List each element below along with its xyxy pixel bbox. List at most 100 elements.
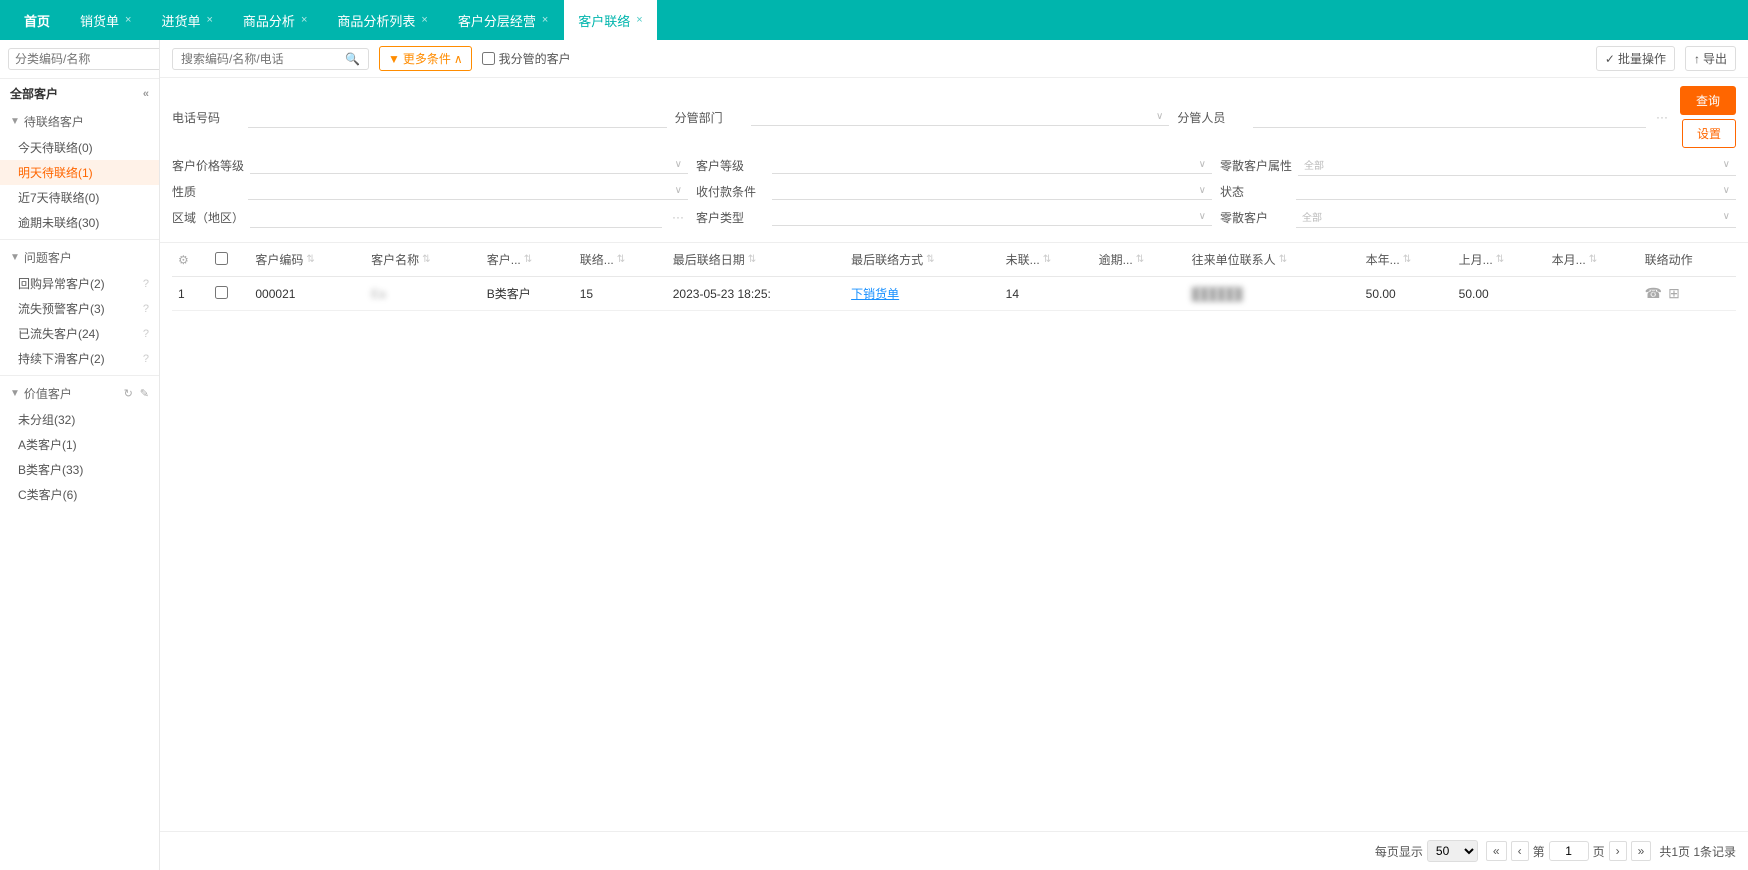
table-settings-icon[interactable]: ⚙ <box>178 253 189 267</box>
value-group-edit-icon[interactable]: ✎ <box>140 387 149 400</box>
nav-analysis[interactable]: 商品分析 × <box>229 0 321 40</box>
select-retail-attr[interactable]: 全部∨ <box>1298 154 1736 176</box>
sidebar-item-class-b[interactable]: B类客户(33) <box>0 457 159 482</box>
col-action: 联络动作 <box>1639 243 1736 277</box>
select-dept[interactable]: ∨ <box>751 108 1170 126</box>
sort-last-method[interactable]: ⇅ <box>926 254 934 265</box>
sort-contact-count[interactable]: ⇅ <box>617 254 625 265</box>
region-dots[interactable]: ··· <box>668 210 688 224</box>
filter-my-customers[interactable]: 我分管的客户 <box>482 50 571 67</box>
nav-analysis-list[interactable]: 商品分析列表 × <box>323 0 441 40</box>
sidebar-item-ungrouped[interactable]: 未分组(32) <box>0 407 159 432</box>
sort-this-year[interactable]: ⇅ <box>1403 254 1411 265</box>
sidebar-item-class-c[interactable]: C类客户(6) <box>0 482 159 507</box>
sort-unlinked[interactable]: ⇅ <box>1043 254 1051 265</box>
help-icon-1[interactable]: ? <box>143 278 149 290</box>
select-retail-customer[interactable]: 全部∨ <box>1296 206 1736 228</box>
nav-customer-segment-close[interactable]: × <box>542 14 548 26</box>
select-status[interactable]: ∨ <box>1296 182 1736 200</box>
page-size-select[interactable]: 10 20 50 100 <box>1427 840 1478 862</box>
help-icon-3[interactable]: ? <box>143 328 149 340</box>
select-price-level[interactable]: ∨ <box>250 156 688 174</box>
sidebar-item-repurchase-abnormal[interactable]: 回购异常客户(2) ? <box>0 271 159 296</box>
select-payment[interactable]: ∨ <box>772 182 1212 200</box>
nav-analysis-close[interactable]: × <box>301 14 307 26</box>
help-icon-2[interactable]: ? <box>143 303 149 315</box>
field-region: 区域（地区） ··· <box>172 207 688 228</box>
field-payment: 收付款条件 ∨ <box>696 182 1212 200</box>
nav-sales-close[interactable]: × <box>125 14 131 26</box>
cell-last-date: 2023-05-23 18:25: <box>667 277 845 311</box>
value-group-refresh-icon[interactable]: ↻ <box>124 387 133 400</box>
sidebar-item-tomorrow[interactable]: 明天待联络(1) <box>0 160 159 185</box>
col-this-year: 本年... ⇅ <box>1360 243 1453 277</box>
cell-action: ☎ ⊞ <box>1639 277 1736 311</box>
sidebar-item-today[interactable]: 今天待联络(0) <box>0 135 159 160</box>
batch-check-icon: ✓ <box>1605 52 1615 66</box>
sort-type[interactable]: ⇅ <box>524 254 532 265</box>
sort-overdue[interactable]: ⇅ <box>1136 254 1144 265</box>
sidebar: 🔍 全部客户 « ▼ 待联络客户 今天待联络(0) 明天待联络(1) 近7天待联… <box>0 40 160 870</box>
sidebar-group-problem[interactable]: ▼ 问题客户 <box>0 244 159 271</box>
filter-search-input[interactable] <box>181 52 341 66</box>
action-grid-icon[interactable]: ⊞ <box>1668 285 1680 302</box>
nav-purchase[interactable]: 进货单 × <box>147 0 226 40</box>
my-customers-checkbox[interactable] <box>482 52 495 65</box>
sidebar-item-churn-warning[interactable]: 流失预警客户(3) ? <box>0 296 159 321</box>
select-customer-type[interactable]: ∨ <box>772 208 1212 226</box>
query-btn[interactable]: 查询 <box>1680 86 1736 115</box>
nav-customer-segment[interactable]: 客户分层经营 × <box>444 0 562 40</box>
filter-search-box: 🔍 <box>172 48 369 70</box>
sidebar-collapse-icon[interactable]: « <box>143 88 149 100</box>
field-manager: 分管人员 ··· <box>1177 107 1672 128</box>
cell-contact-count: 15 <box>574 277 667 311</box>
col-last-month: 上月... ⇅ <box>1453 243 1546 277</box>
select-all-checkbox[interactable] <box>215 252 228 265</box>
sort-last-date[interactable]: ⇅ <box>748 254 756 265</box>
export-btn[interactable]: ↑ 导出 <box>1685 46 1736 71</box>
nav-customer-contact[interactable]: 客户联络 × <box>564 0 656 40</box>
col-contact-count: 联络... ⇅ <box>574 243 667 277</box>
sort-unit-contact[interactable]: ⇅ <box>1279 254 1287 265</box>
filter-more-btn[interactable]: ▼ 更多条件 ∧ <box>379 46 472 71</box>
label-dept: 分管部门 <box>675 109 745 126</box>
prev-page-btn[interactable]: ‹ <box>1511 841 1529 861</box>
select-customer-level[interactable]: ∨ <box>772 156 1212 174</box>
batch-operation-btn[interactable]: ✓ 批量操作 <box>1596 46 1675 71</box>
nav-home[interactable]: 首页 <box>10 0 64 40</box>
input-manager[interactable] <box>1253 107 1646 128</box>
filter-search-icon[interactable]: 🔍 <box>345 52 360 66</box>
select-nature[interactable]: ∨ <box>248 182 688 200</box>
page-input[interactable] <box>1549 841 1589 861</box>
sort-this-month[interactable]: ⇅ <box>1589 254 1597 265</box>
action-phone-icon[interactable]: ☎ <box>1645 285 1662 302</box>
sidebar-item-7days[interactable]: 近7天待联络(0) <box>0 185 159 210</box>
sort-last-month[interactable]: ⇅ <box>1496 254 1504 265</box>
manager-dots[interactable]: ··· <box>1652 110 1672 124</box>
sort-code[interactable]: ⇅ <box>306 254 314 265</box>
row-checkbox-1[interactable] <box>215 286 228 299</box>
last-method-link[interactable]: 下销货单 <box>851 287 899 301</box>
input-phone[interactable] <box>248 107 667 128</box>
settings-btn[interactable]: 设置 <box>1682 119 1736 148</box>
nav-sales[interactable]: 销货单 × <box>66 0 145 40</box>
nav-customer-contact-close[interactable]: × <box>636 14 642 26</box>
sidebar-item-class-a[interactable]: A类客户(1) <box>0 432 159 457</box>
sort-name[interactable]: ⇅ <box>422 254 430 265</box>
col-unlinked-days: 未联... ⇅ <box>1000 243 1093 277</box>
sidebar-item-churned[interactable]: 已流失客户(24) ? <box>0 321 159 346</box>
sidebar-all-customers[interactable]: 全部客户 « <box>0 79 159 108</box>
sidebar-group-value[interactable]: ▼ 价值客户 ↻ ✎ <box>0 380 159 407</box>
nav-purchase-close[interactable]: × <box>206 14 212 26</box>
sidebar-item-overdue[interactable]: 逾期未联络(30) <box>0 210 159 235</box>
help-icon-4[interactable]: ? <box>143 353 149 365</box>
last-page-btn[interactable]: » <box>1631 841 1652 861</box>
nav-analysis-list-close[interactable]: × <box>421 14 427 26</box>
first-page-btn[interactable]: « <box>1486 841 1507 861</box>
sidebar-item-declining[interactable]: 持续下滑客户(2) ? <box>0 346 159 371</box>
sidebar-group-pending[interactable]: ▼ 待联络客户 <box>0 108 159 135</box>
filter-icon: ▼ <box>388 52 400 66</box>
input-region[interactable] <box>250 207 662 228</box>
sidebar-search-input[interactable] <box>8 48 160 70</box>
next-page-btn[interactable]: › <box>1609 841 1627 861</box>
